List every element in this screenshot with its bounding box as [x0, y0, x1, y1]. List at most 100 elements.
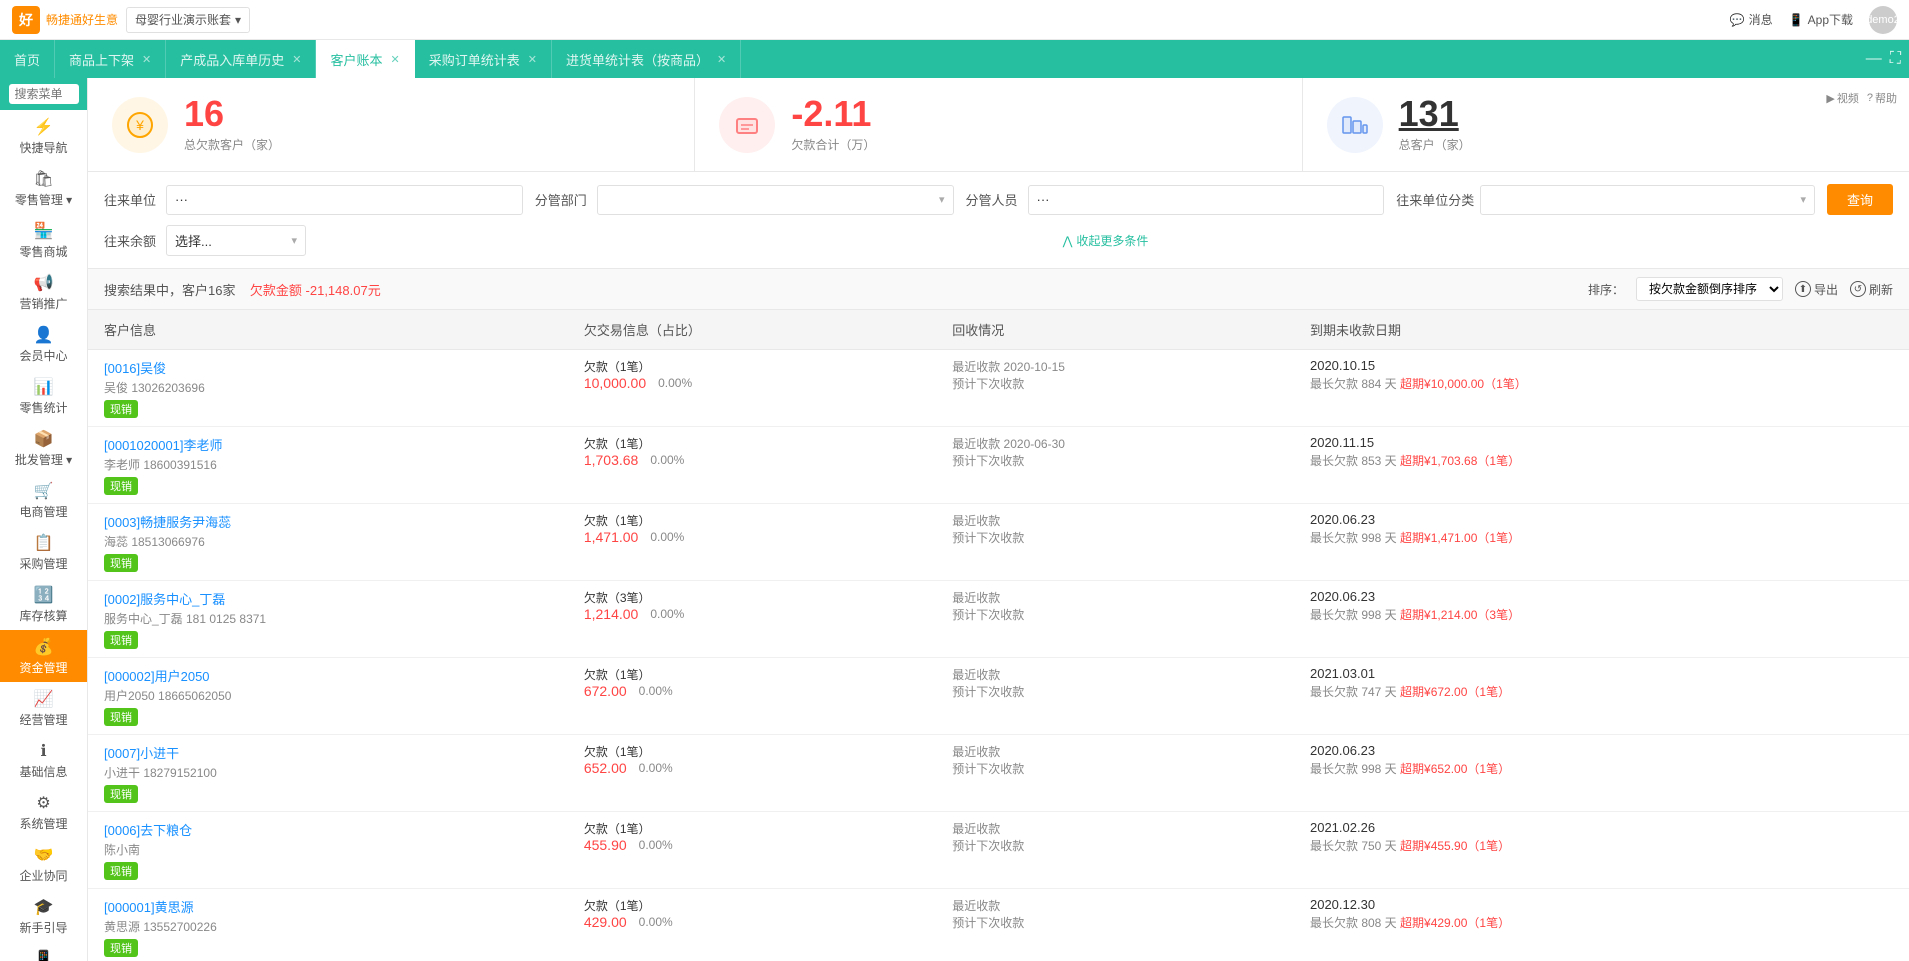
- message-btn[interactable]: 💬 消息: [1730, 11, 1773, 28]
- tab-maximize-icon[interactable]: ⛶: [1890, 50, 1901, 68]
- chevron-down-icon-3: ▾: [291, 234, 297, 247]
- sidebar-item-retail-store[interactable]: 🏪 零售商城: [0, 214, 87, 266]
- customer-name[interactable]: [0001020001]李老师: [104, 435, 552, 454]
- overdue-link[interactable]: 超期¥672.00（1笔）: [1400, 685, 1510, 699]
- customer-sub: 海蕊 18513066976: [104, 533, 552, 550]
- sidebar-item-basic-info[interactable]: ℹ 基础信息: [0, 734, 87, 786]
- debt-count: 欠款（1笔）: [584, 435, 651, 452]
- sidebar-item-ecommerce[interactable]: 🛒 电商管理: [0, 474, 87, 526]
- debt-percent: 0.00%: [658, 376, 692, 390]
- sidebar-search[interactable]: [0, 78, 87, 110]
- overdue-link[interactable]: 超期¥10,000.00（1笔）: [1400, 377, 1527, 391]
- department-select[interactable]: ▾: [597, 185, 954, 215]
- tab-produce-history[interactable]: 产成品入库单历史 ✕: [166, 40, 316, 78]
- overdue-link[interactable]: 超期¥652.00（1笔）: [1400, 762, 1510, 776]
- customer-name[interactable]: [0016]吴俊: [104, 358, 552, 377]
- sidebar-item-app-center[interactable]: 📱 应用中心: [0, 942, 87, 961]
- debt-info-cell: 欠款（1笔） 1,471.00 0.00%: [568, 504, 936, 581]
- collab-icon: 🤝: [34, 845, 54, 865]
- collapse-btn[interactable]: ⋀ 收起更多条件: [1059, 228, 1153, 253]
- tab-purchase-summary-close[interactable]: ✕: [528, 53, 537, 66]
- tab-stock-summary-close[interactable]: ✕: [717, 53, 726, 66]
- tab-minimize-icon[interactable]: —: [1866, 50, 1882, 68]
- tab-home[interactable]: 首页: [0, 40, 55, 78]
- refresh-btn[interactable]: ↺ 刷新: [1850, 281, 1893, 298]
- tab-product-offline[interactable]: 商品上下架 ✕: [55, 40, 166, 78]
- chevron-down-icon: ▾: [235, 13, 241, 27]
- sidebar-item-system[interactable]: ⚙ 系统管理: [0, 786, 87, 838]
- app-download-btn[interactable]: 📱 App下载: [1789, 11, 1853, 28]
- sidebar-item-stock-check[interactable]: 🔢 库存核算: [0, 578, 87, 630]
- overdue-link[interactable]: 超期¥1,214.00（3笔）: [1400, 608, 1520, 622]
- sidebar-item-member-label: 会员中心: [19, 349, 67, 363]
- recovery-cell: 最近收款 预计下次收款: [936, 812, 1294, 889]
- tab-customer-account-close[interactable]: ✕: [391, 53, 400, 66]
- sort-select[interactable]: 按欠款金额倒序排序: [1636, 277, 1783, 301]
- filter-person: 分管人员 ···: [966, 185, 1385, 215]
- customer-name[interactable]: [0003]畅捷服务尹海蕊: [104, 512, 552, 531]
- recent-payment: 最近收款 2020-06-30: [952, 435, 1278, 452]
- balance-label: 往来余额: [104, 231, 160, 250]
- customer-name[interactable]: [0006]去下粮仓: [104, 820, 552, 839]
- debt-row: 欠款（1笔）: [584, 820, 920, 837]
- debt-row: 欠款（1笔）: [584, 743, 920, 760]
- tab-home-label: 首页: [14, 50, 40, 69]
- debt-amount: 429.00: [584, 914, 627, 930]
- export-btn[interactable]: ⬆ 导出: [1795, 281, 1838, 298]
- debt-amount: 1,471.00: [584, 529, 639, 545]
- avatar[interactable]: demo2: [1869, 6, 1897, 34]
- sidebar-item-retail-stats[interactable]: 📊 零售统计: [0, 370, 87, 422]
- debt-amount-label: 欠款合计（万）: [791, 136, 875, 153]
- debt-count: 欠款（1笔）: [584, 666, 651, 683]
- balance-select[interactable]: 选择... ▾: [166, 225, 306, 256]
- recent-payment: 最近收款: [952, 512, 1278, 529]
- debt-amount-row: 672.00 0.00%: [584, 683, 920, 699]
- debt-row: 欠款（1笔）: [584, 435, 920, 452]
- recovery-cell: 最近收款 预计下次收款: [936, 504, 1294, 581]
- sidebar-item-finance[interactable]: 💰 资金管理: [0, 630, 87, 682]
- next-payment: 预计下次收款: [952, 452, 1278, 469]
- tab-purchase-summary[interactable]: 采购订单统计表 ✕: [415, 40, 552, 78]
- query-button[interactable]: 查询: [1827, 184, 1893, 215]
- person-input[interactable]: ···: [1028, 185, 1385, 215]
- sidebar-item-new-guide[interactable]: 🎓 新手引导: [0, 890, 87, 942]
- tab-product-offline-close[interactable]: ✕: [142, 53, 151, 66]
- sidebar-item-purchase[interactable]: 📋 采购管理: [0, 526, 87, 578]
- customer-info-cell: [0007]小进干 小进干 18279152100 现销: [88, 735, 568, 812]
- content-area: ¥ 16 总欠款客户（家）: [88, 78, 1909, 961]
- customer-name[interactable]: [000001]黄思源: [104, 897, 552, 916]
- overdue-link[interactable]: 超期¥1,703.68（1笔）: [1400, 454, 1520, 468]
- unit-category-select[interactable]: ▾: [1480, 185, 1815, 215]
- results-info-text: 搜索结果中，客户16家: [104, 283, 235, 298]
- sidebar-item-ops[interactable]: 📈 经营管理: [0, 682, 87, 734]
- table-row: [0007]小进干 小进干 18279152100 现销 欠款（1笔） 652.…: [88, 735, 1909, 812]
- customer-name[interactable]: [0002]服务中心_丁磊: [104, 589, 552, 608]
- search-input[interactable]: [9, 84, 79, 104]
- overdue-link[interactable]: 超期¥429.00（1笔）: [1400, 916, 1510, 930]
- tab-produce-history-close[interactable]: ✕: [292, 53, 301, 66]
- customer-sub: 陈小南: [104, 841, 552, 858]
- tab-stock-summary[interactable]: 进货单统计表（按商品） ✕: [552, 40, 741, 78]
- customer-name[interactable]: [0007]小进干: [104, 743, 552, 762]
- sidebar-item-retail-mgmt[interactable]: 🛍 零售管理 ▾: [0, 162, 87, 214]
- sidebar-item-member[interactable]: 👤 会员中心: [0, 318, 87, 370]
- batch-icon: 📦: [34, 429, 54, 449]
- customer-info-cell: [0001020001]李老师 李老师 18600391516 现销: [88, 427, 568, 504]
- sidebar-item-batch-mgmt[interactable]: 📦 批发管理 ▾: [0, 422, 87, 474]
- help-btn[interactable]: ? 帮助: [1867, 90, 1897, 106]
- sidebar-item-quick-nav-label: 快捷导航: [19, 141, 67, 155]
- tab-purchase-summary-label: 采购订单统计表: [429, 50, 520, 69]
- customer-name[interactable]: [000002]用户2050: [104, 666, 552, 685]
- overdue-link[interactable]: 超期¥1,471.00（1笔）: [1400, 531, 1520, 545]
- video-icon: ▶: [1826, 92, 1834, 105]
- sidebar-item-quick-nav[interactable]: ⚡ 快捷导航: [0, 110, 87, 162]
- video-btn[interactable]: ▶ 视频: [1826, 90, 1858, 106]
- from-unit-input[interactable]: ···: [166, 185, 523, 215]
- tab-customer-account[interactable]: 客户账本 ✕: [316, 40, 414, 78]
- debt-row: 欠款（1笔）: [584, 897, 920, 914]
- sidebar-item-marketing[interactable]: 📢 营销推广: [0, 266, 87, 318]
- sidebar-item-enterprise-collab[interactable]: 🤝 企业协同: [0, 838, 87, 890]
- overdue-link[interactable]: 超期¥455.90（1笔）: [1400, 839, 1510, 853]
- debt-percent: 0.00%: [650, 530, 684, 544]
- company-selector[interactable]: 母婴行业演示账套 ▾: [126, 7, 250, 33]
